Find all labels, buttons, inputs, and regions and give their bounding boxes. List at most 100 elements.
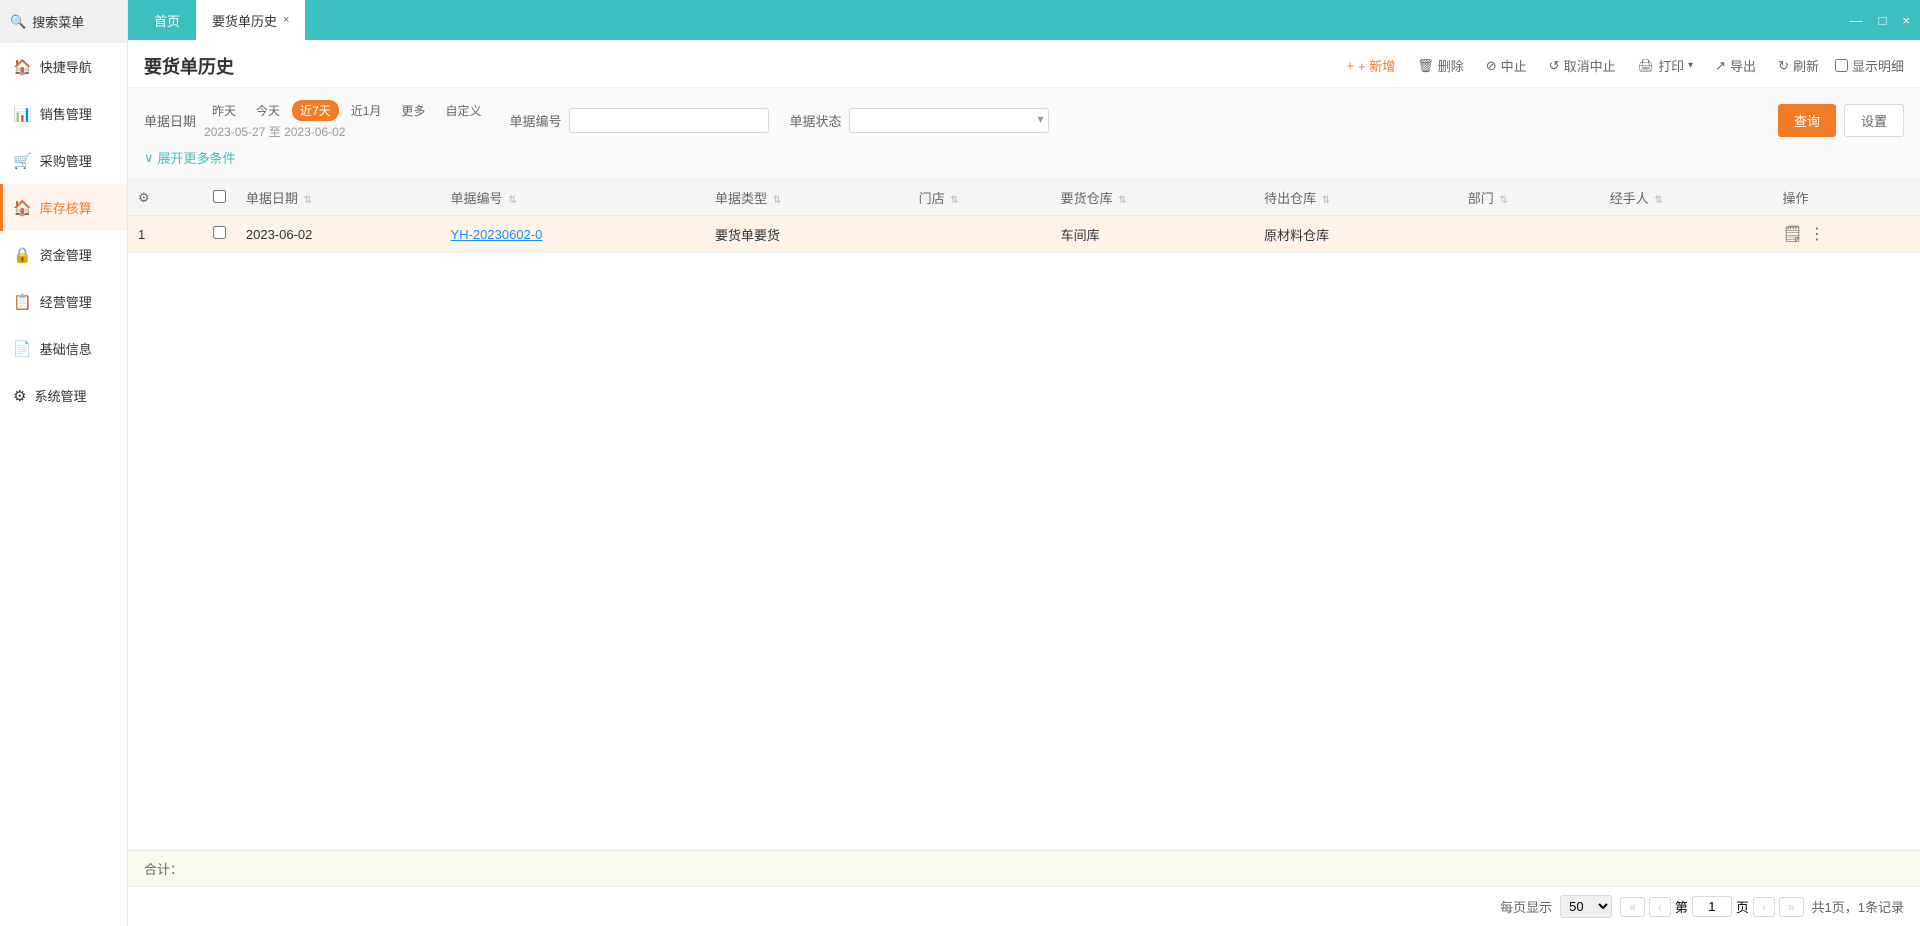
display-detail-checkbox[interactable] [1835, 59, 1848, 72]
row-checkbox-cell [203, 216, 236, 253]
operations-icon: 📋 [13, 293, 32, 311]
expand-more-label: 展开更多条件 [158, 148, 236, 167]
sidebar-item-inventory[interactable]: 🏠 库存核算 [0, 184, 127, 231]
col-pending-warehouse: 待出仓库 ⇅ [1254, 180, 1458, 216]
table-row: 1 2023-06-02 YH-20230602-0 要货单要货 车间库 原材料… [128, 216, 1920, 253]
sort-doctype-icon[interactable]: ⇅ [773, 195, 781, 206]
sidebar-search[interactable]: 🔍 搜索菜单 [0, 0, 127, 43]
page-number-input[interactable] [1692, 896, 1732, 917]
expand-more-button[interactable]: ∨ 展开更多条件 [144, 148, 1904, 167]
row-date: 2023-06-02 [236, 216, 441, 253]
date-btn-today[interactable]: 今天 [248, 100, 288, 121]
total-records-label: 共1页，1条记录 [1812, 897, 1904, 916]
next-page-button[interactable]: › [1753, 897, 1775, 917]
cancel-suspend-label: 取消中止 [1564, 56, 1616, 75]
settings-icon[interactable]: ⚙ [138, 190, 150, 205]
sidebar-search-label: 搜索菜单 [32, 12, 84, 31]
last-page-button[interactable]: » [1779, 897, 1804, 917]
doc-no-input[interactable] [569, 108, 769, 133]
sort-date-icon[interactable]: ⇅ [304, 195, 312, 206]
sort-pendwh-icon[interactable]: ⇅ [1322, 195, 1330, 206]
date-btn-last1month[interactable]: 近1月 [343, 100, 390, 121]
data-table: ⚙ 单据日期 ⇅ 单据编号 ⇅ [128, 180, 1920, 253]
purchase-icon: 🛒 [13, 152, 32, 170]
sidebar-item-sales[interactable]: 📊 销售管理 [0, 90, 127, 137]
export-button[interactable]: ↗ 导出 [1709, 52, 1762, 79]
sidebar-item-label: 系统管理 [34, 386, 86, 405]
maximize-button[interactable]: □ [1879, 13, 1887, 28]
row-edit-icon[interactable]: 🗒 [1783, 224, 1803, 244]
print-icon: 🖨 [1638, 58, 1655, 74]
date-btn-last7days[interactable]: 近7天 [292, 100, 339, 121]
date-btn-more[interactable]: 更多 [393, 100, 433, 121]
tab-requisition-label: 要货单历史 [212, 11, 277, 30]
col-date: 单据日期 ⇅ [236, 180, 441, 216]
status-label: 单据状态 [789, 111, 841, 130]
sort-docno-icon[interactable]: ⇅ [508, 195, 516, 206]
page-size-select[interactable]: 50 100 200 [1560, 895, 1612, 918]
basic-info-icon: 📄 [13, 340, 32, 358]
row-doc-no[interactable]: YH-20230602-0 [441, 216, 706, 253]
tab-close-icon[interactable]: × [283, 14, 289, 26]
suspend-button[interactable]: ⊘ 中止 [1480, 52, 1533, 79]
query-button[interactable]: 查询 [1778, 104, 1836, 137]
close-window-button[interactable]: × [1902, 13, 1910, 28]
sort-handler-icon[interactable]: ⇅ [1654, 195, 1662, 206]
page-navigation: « ‹ 第 页 › » [1620, 896, 1803, 917]
sidebar-item-finance[interactable]: 🔒 资金管理 [0, 231, 127, 278]
sales-icon: 📊 [13, 105, 32, 123]
page-prefix-label: 第 [1675, 897, 1688, 916]
inventory-icon: 🏠 [13, 199, 32, 217]
table-header-row: ⚙ 单据日期 ⇅ 单据编号 ⇅ [128, 180, 1920, 216]
sort-store-icon[interactable]: ⇅ [950, 195, 958, 206]
refresh-button[interactable]: ↻ 刷新 [1772, 52, 1825, 79]
row-actions-cell: 🗒 ⋮ [1773, 216, 1920, 253]
date-btn-yesterday[interactable]: 昨天 [204, 100, 244, 121]
date-filter-buttons: 昨天 今天 近7天 近1月 更多 自定义 2023-05-27 至 2023-0… [204, 100, 489, 140]
sort-reqwh-icon[interactable]: ⇅ [1118, 195, 1126, 206]
suspend-label: 中止 [1501, 56, 1527, 75]
date-btn-custom[interactable]: 自定义 [437, 100, 489, 121]
settings-button[interactable]: 设置 [1844, 104, 1904, 137]
row-checkbox[interactable] [213, 226, 226, 239]
page-header: 要货单历史 + + 新增 🗑 删除 ⊘ 中止 ↺ 取消中止 [128, 40, 1920, 88]
row-pending-warehouse: 原材料仓库 [1254, 216, 1458, 253]
status-select[interactable] [849, 108, 1049, 133]
row-actions: 🗒 ⋮ [1783, 224, 1910, 244]
sidebar-item-basic-info[interactable]: 📄 基础信息 [0, 325, 127, 372]
page-size-label: 每页显示 [1500, 897, 1552, 916]
first-page-button[interactable]: « [1620, 897, 1645, 917]
col-settings: ⚙ [128, 180, 203, 216]
row-more-icon[interactable]: ⋮ [1809, 224, 1825, 244]
tab-home[interactable]: 首页 [138, 0, 196, 40]
delete-button[interactable]: 🗑 删除 [1411, 52, 1470, 79]
row-handler [1600, 216, 1773, 253]
col-checkbox [203, 180, 236, 216]
tab-requisition-history[interactable]: 要货单历史 × [196, 0, 305, 40]
sidebar-item-operations[interactable]: 📋 经营管理 [0, 278, 127, 325]
print-dropdown-icon: ▾ [1688, 60, 1693, 71]
row-doc-type: 要货单要货 [705, 216, 909, 253]
prev-page-button[interactable]: ‹ [1649, 897, 1671, 917]
sidebar-item-label: 销售管理 [40, 104, 92, 123]
col-doc-type: 单据类型 ⇅ [705, 180, 909, 216]
minimize-button[interactable]: — [1850, 13, 1863, 28]
filter-action-btns: 查询 设置 [1778, 104, 1904, 137]
doc-no-link[interactable]: YH-20230602-0 [451, 227, 543, 242]
refresh-icon: ↻ [1778, 58, 1789, 74]
sort-dept-icon[interactable]: ⇅ [1499, 195, 1507, 206]
display-detail-button[interactable]: 显示明细 [1835, 56, 1904, 75]
sidebar-item-system[interactable]: ⚙ 系统管理 [0, 372, 127, 419]
main-area: 首页 要货单历史 × — □ × 要货单历史 + + 新增 🗑 删除 [128, 0, 1920, 926]
print-button[interactable]: 🖨 打印 ▾ [1632, 52, 1700, 79]
table-wrap: ⚙ 单据日期 ⇅ 单据编号 ⇅ [128, 180, 1920, 850]
sidebar-item-purchase[interactable]: 🛒 采购管理 [0, 137, 127, 184]
select-all-checkbox[interactable] [213, 190, 226, 203]
date-btns-row: 昨天 今天 近7天 近1月 更多 自定义 [204, 100, 489, 121]
cancel-suspend-button[interactable]: ↺ 取消中止 [1543, 52, 1622, 79]
row-req-warehouse: 车间库 [1051, 216, 1255, 253]
add-button[interactable]: + + 新增 [1340, 52, 1401, 79]
sidebar-item-label: 资金管理 [40, 245, 92, 264]
filter-row: 单据日期 昨天 今天 近7天 近1月 更多 自定义 2023-05-27 至 2… [144, 100, 1904, 140]
sidebar-item-quick-nav[interactable]: 🏠 快捷导航 [0, 43, 127, 90]
